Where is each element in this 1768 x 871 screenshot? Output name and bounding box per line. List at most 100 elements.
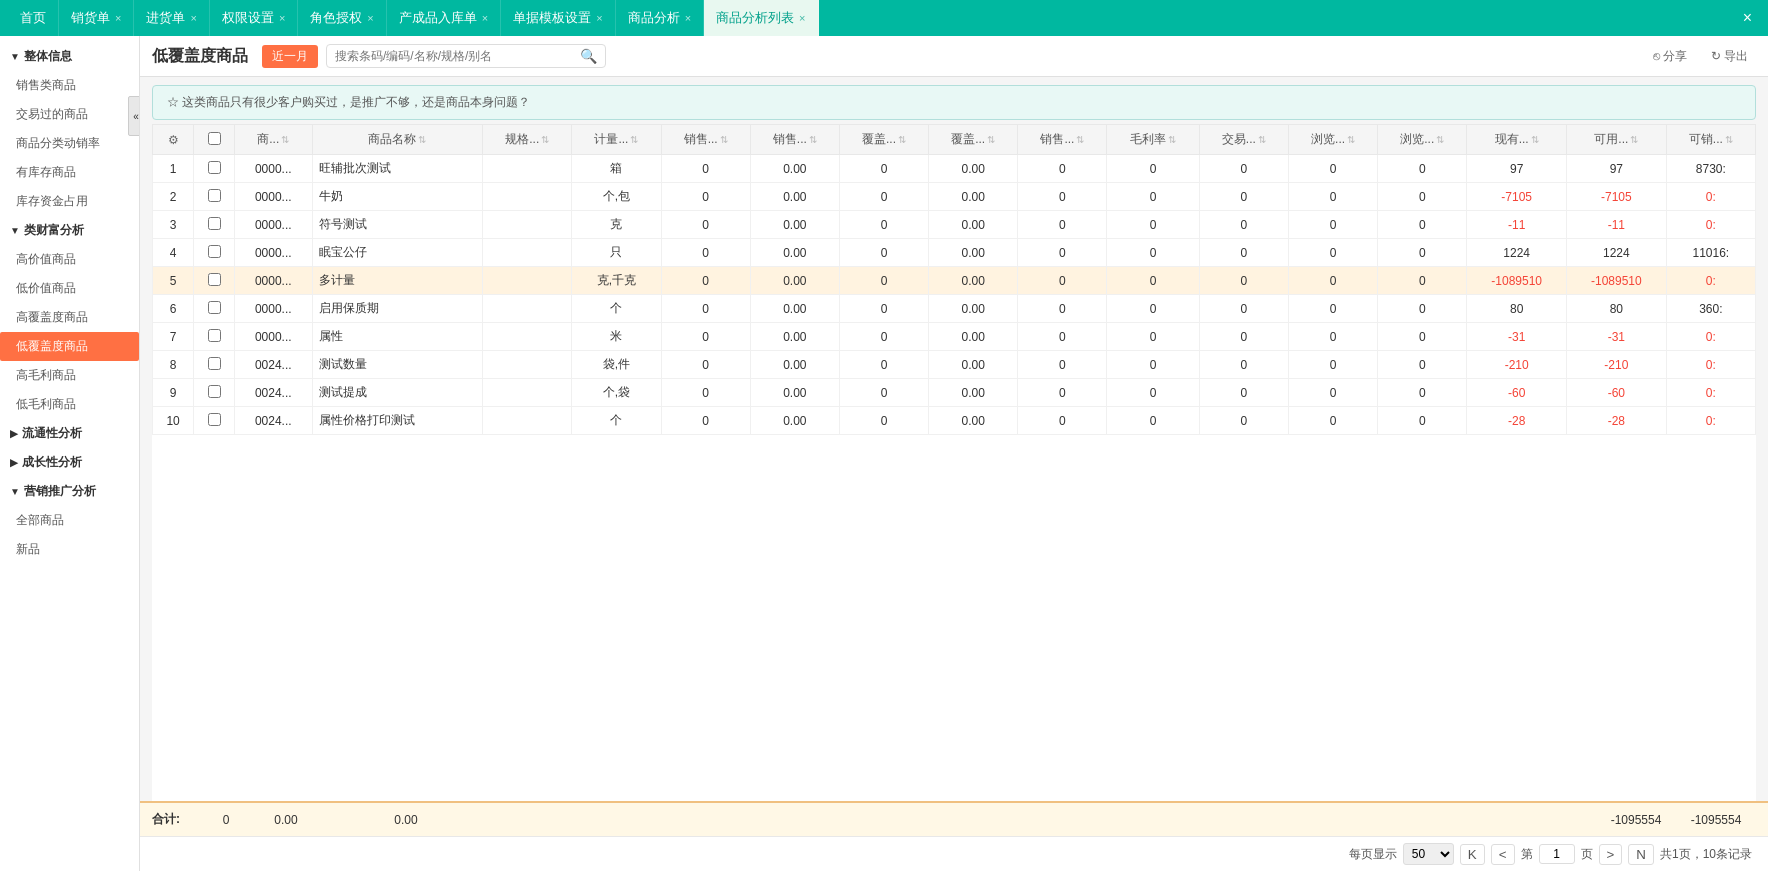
column-header-stock2[interactable]: 可用...⇅ [1567,125,1667,155]
sidebar-item[interactable]: 新品 [0,535,139,564]
nav-item[interactable]: 商品分析列表 × [704,0,818,36]
sidebar-section-overall[interactable]: ▼ 整体信息 [0,42,139,71]
column-header-browse1[interactable]: 浏览...⇅ [1288,125,1377,155]
nav-item[interactable]: 角色授权 × [298,0,386,36]
search-input[interactable] [335,49,580,63]
browse-link[interactable]: 0 [1330,386,1337,400]
sidebar-section-marketing[interactable]: ▼ 营销推广分析 [0,477,139,506]
sidebar-section-growth[interactable]: ▶ 成长性分析 [0,448,139,477]
nav-item[interactable]: 产成品入库单 × [387,0,501,36]
close-icon[interactable]: × [190,12,196,24]
column-header-spec[interactable]: 规格...⇅ [483,125,572,155]
row-checkbox[interactable] [208,301,221,314]
column-header-cover1[interactable]: 覆盖...⇅ [839,125,928,155]
sort-icon[interactable]: ⇅ [898,134,906,145]
data-table-container[interactable]: ⚙商...⇅商品名称⇅规格...⇅计量...⇅销售...⇅销售...⇅覆盖...… [152,124,1756,801]
sidebar-item[interactable]: 全部商品 [0,506,139,535]
row-checkbox[interactable] [208,161,221,174]
row-checkbox[interactable] [208,189,221,202]
sort-icon[interactable]: ⇅ [720,134,728,145]
first-page-button[interactable]: K [1460,844,1485,865]
sort-icon[interactable]: ⇅ [1436,134,1444,145]
row-checkbox[interactable] [208,245,221,258]
sort-icon[interactable]: ⇅ [1347,134,1355,145]
last-page-button[interactable]: N [1628,844,1654,865]
close-icon[interactable]: × [596,12,602,24]
column-header-checkbox[interactable] [194,125,235,155]
sidebar-collapse-button[interactable]: « [128,96,140,136]
close-icon[interactable]: × [482,12,488,24]
close-icon[interactable]: × [367,12,373,24]
row-checkbox[interactable] [208,217,221,230]
sidebar-item[interactable]: 商品分类动销率 [0,129,139,158]
sidebar-section-inventory[interactable]: ▼ 类财富分析 [0,216,139,245]
page-size-select[interactable]: 2050100200 [1403,843,1454,865]
column-header-code[interactable]: 商...⇅ [234,125,312,155]
row-checkbox[interactable] [208,273,221,286]
close-icon[interactable]: × [115,12,121,24]
sort-icon[interactable]: ⇅ [1258,134,1266,145]
close-icon[interactable]: × [799,12,805,24]
sort-icon[interactable]: ⇅ [541,134,549,145]
settings-icon[interactable]: ⚙ [168,133,179,147]
sidebar-item-active[interactable]: 低覆盖度商品 [0,332,139,361]
sort-icon[interactable]: ⇅ [281,134,289,145]
sidebar-item[interactable]: 有库存商品 [0,158,139,187]
sort-icon[interactable]: ⇅ [630,134,638,145]
column-header-name[interactable]: 商品名称⇅ [312,125,483,155]
row-checkbox[interactable] [208,413,221,426]
sort-icon[interactable]: ⇅ [1076,134,1084,145]
browse-link[interactable]: 0 [1330,246,1337,260]
select-all-checkbox[interactable] [208,132,221,145]
sort-icon[interactable]: ⇅ [1630,134,1638,145]
next-page-button[interactable]: > [1599,844,1623,865]
column-header-sales_qty[interactable]: 销售...⇅ [661,125,750,155]
nav-item[interactable]: 商品分析 × [616,0,704,36]
browse-link[interactable]: 0 [1330,190,1337,204]
nav-item[interactable]: 单据模板设置 × [501,0,615,36]
sort-icon[interactable]: ⇅ [1168,134,1176,145]
column-header-sales2[interactable]: 销售...⇅ [1018,125,1107,155]
sort-icon[interactable]: ⇅ [1725,134,1733,145]
column-header-trade[interactable]: 交易...⇅ [1199,125,1288,155]
browse-link[interactable]: 0 [1330,414,1337,428]
sort-icon[interactable]: ⇅ [418,134,426,145]
browse-link[interactable]: 0 [1330,274,1337,288]
sidebar-item[interactable]: 高价值商品 [0,245,139,274]
column-header-settings[interactable]: ⚙ [153,125,194,155]
browse-link[interactable]: 0 [1330,218,1337,232]
close-icon[interactable]: × [279,12,285,24]
share-button[interactable]: ⎋ 分享 [1645,45,1695,68]
column-header-cover2[interactable]: 覆盖...⇅ [929,125,1018,155]
browse-link[interactable]: 0 [1330,358,1337,372]
column-header-sales_amt[interactable]: 销售...⇅ [750,125,839,155]
sidebar-item[interactable]: 高覆盖度商品 [0,303,139,332]
browse-link[interactable]: 0 [1330,162,1337,176]
row-checkbox[interactable] [208,385,221,398]
sidebar-item[interactable]: 低价值商品 [0,274,139,303]
page-number-input[interactable] [1539,844,1575,864]
nav-item[interactable]: 进货单 × [134,0,209,36]
export-button[interactable]: ↻ 导出 [1703,45,1756,68]
sidebar-item[interactable]: 销售类商品 [0,71,139,100]
column-header-unit[interactable]: 计量...⇅ [572,125,661,155]
sidebar-section-flow[interactable]: ▶ 流通性分析 [0,419,139,448]
sidebar-item[interactable]: 库存资金占用 [0,187,139,216]
browse-link[interactable]: 0 [1330,330,1337,344]
nav-item[interactable]: 销货单 × [59,0,134,36]
close-icon[interactable]: × [685,12,691,24]
row-checkbox[interactable] [208,329,221,342]
sort-icon[interactable]: ⇅ [987,134,995,145]
date-filter-button[interactable]: 近一月 [262,45,318,68]
row-checkbox[interactable] [208,357,221,370]
column-header-stock1[interactable]: 现有...⇅ [1467,125,1567,155]
window-close-button[interactable]: × [1735,9,1760,27]
prev-page-button[interactable]: < [1491,844,1515,865]
column-header-gross[interactable]: 毛利率⇅ [1107,125,1199,155]
sort-icon[interactable]: ⇅ [1531,134,1539,145]
sort-icon[interactable]: ⇅ [809,134,817,145]
column-header-browse2[interactable]: 浏览...⇅ [1378,125,1467,155]
nav-item[interactable]: 首页 [8,0,59,36]
sidebar-item[interactable]: 低毛利商品 [0,390,139,419]
column-header-saleable[interactable]: 可销...⇅ [1666,125,1755,155]
